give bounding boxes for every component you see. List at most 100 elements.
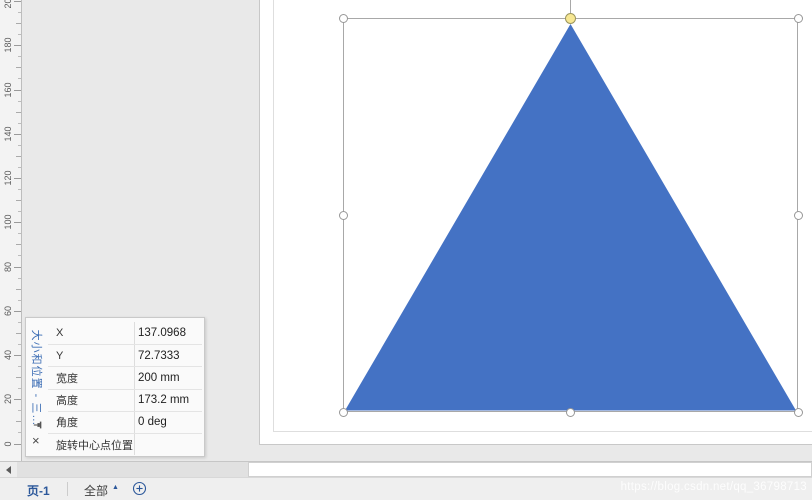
field-value[interactable] xyxy=(134,433,202,456)
ruler-tick xyxy=(18,233,21,235)
ruler-tick xyxy=(16,111,21,113)
field-row-x: X 137.0968 xyxy=(48,322,202,345)
ruler-label: 40 xyxy=(3,350,13,361)
ruler-tick xyxy=(18,366,21,368)
ruler-label: 160 xyxy=(3,81,13,98)
ruler-tick xyxy=(14,89,21,91)
ruler-label: 120 xyxy=(3,170,13,186)
ruler-label: 180 xyxy=(3,37,13,53)
field-value[interactable]: 173.2 mm xyxy=(134,389,202,411)
ruler-tick xyxy=(18,410,21,412)
ruler-tick xyxy=(16,244,21,246)
ruler-tick xyxy=(14,45,21,47)
ruler-tick xyxy=(14,310,21,312)
selection-handle-bottom-right[interactable] xyxy=(793,407,803,417)
scroll-left-arrow-icon xyxy=(6,466,11,474)
field-value[interactable]: 72.7333 xyxy=(134,345,202,367)
scroll-left-button[interactable] xyxy=(0,462,17,478)
panel-title: 大小和位置 - 三… xyxy=(30,329,42,427)
vertical-ruler: 200 180 160 140 120 100 80 60 40 20 0 xyxy=(0,0,22,461)
chevron-up-icon[interactable]: ▲ xyxy=(112,484,119,491)
add-page-button[interactable] xyxy=(132,481,147,496)
ruler-tick xyxy=(14,443,21,445)
ruler-tick xyxy=(18,211,21,213)
ruler-tick xyxy=(16,288,21,290)
panel-title-strip[interactable]: 大小和位置 - 三… × xyxy=(26,318,48,456)
field-row-rotation-center: 旋转中心点位置 xyxy=(48,432,202,456)
field-value[interactable]: 137.0968 xyxy=(134,322,202,345)
ruler-tick xyxy=(18,34,21,36)
watermark-text: https://blog.csdn.net/qq_36798713 xyxy=(620,481,807,493)
field-row-angle: 角度 0 deg xyxy=(48,410,202,433)
panel-rows: X 137.0968 Y 72.7333 宽度 200 mm 高度 173.2 … xyxy=(48,322,202,456)
field-value[interactable]: 0 deg xyxy=(134,411,202,433)
close-icon[interactable]: × xyxy=(32,434,40,447)
ruler-label: 80 xyxy=(3,261,13,272)
ruler-tick xyxy=(18,343,21,345)
selection-handle-mid-left[interactable] xyxy=(338,210,348,220)
field-label: 高度 xyxy=(56,395,78,408)
ruler-label: 60 xyxy=(3,305,13,316)
horizontal-scrollbar-thumb[interactable] xyxy=(248,462,812,477)
ruler-label: 20 xyxy=(3,394,13,405)
ruler-tick xyxy=(14,266,21,268)
ruler-tick xyxy=(18,321,21,323)
ruler-tick xyxy=(18,277,21,279)
ruler-tick xyxy=(14,178,21,179)
pin-icon[interactable] xyxy=(33,420,43,430)
field-row-height: 高度 173.2 mm xyxy=(48,388,202,411)
selection-handle-top-right[interactable] xyxy=(793,13,803,23)
ruler-tick xyxy=(18,299,21,301)
ruler-tick xyxy=(16,67,21,69)
ruler-tick xyxy=(18,255,21,257)
ruler-tick xyxy=(16,377,21,379)
ruler-tick xyxy=(16,332,21,334)
selection-handle-mid-right[interactable] xyxy=(793,210,803,220)
ruler-tick xyxy=(18,122,21,124)
ruler-tick xyxy=(16,155,21,157)
field-label: 旋转中心点位置 xyxy=(56,439,133,452)
selection-handle-bottom-left[interactable] xyxy=(338,407,348,417)
horizontal-scrollbar[interactable] xyxy=(0,461,812,478)
ruler-tick xyxy=(18,166,21,168)
statusbar-divider xyxy=(67,482,68,496)
ruler-tick xyxy=(18,78,21,80)
ruler-tick xyxy=(14,355,21,356)
field-value[interactable]: 200 mm xyxy=(134,367,202,389)
status-bar: 页-1 全部 ▲ https://blog.csdn.net/qq_367987… xyxy=(0,477,812,500)
selection-bounding-box[interactable] xyxy=(343,18,798,412)
ruler-tick xyxy=(14,133,21,135)
ruler-label: 200 xyxy=(3,0,13,9)
ruler-tick xyxy=(14,399,21,401)
ruler-tick xyxy=(18,56,21,58)
selection-handle-top-left[interactable] xyxy=(338,13,348,23)
field-label: 角度 xyxy=(56,417,78,430)
field-label: X xyxy=(56,327,64,340)
ruler-tick xyxy=(14,222,21,224)
size-position-panel: 大小和位置 - 三… × X 137.0968 Y 72.7333 宽度 200… xyxy=(25,317,205,457)
ruler-tick xyxy=(18,432,21,434)
ruler-tick xyxy=(18,144,21,146)
page-tab-1[interactable]: 页-1 xyxy=(27,482,50,499)
ruler-label: 0 xyxy=(3,441,13,447)
ruler-tick xyxy=(14,1,21,2)
ruler-tick xyxy=(16,200,21,202)
ruler-tick xyxy=(18,388,21,390)
page-margin-guide-horizontal xyxy=(273,431,812,432)
ruler-tick xyxy=(18,189,21,191)
pages-filter-button[interactable]: 全部 xyxy=(84,482,108,499)
field-row-width: 宽度 200 mm xyxy=(48,366,202,389)
ruler-tick xyxy=(18,100,21,102)
app-window: 200 180 160 140 120 100 80 60 40 20 0 大小和位置 - 三… ×… xyxy=(0,0,812,500)
ruler-tick xyxy=(18,12,21,14)
selection-handle-bottom-center[interactable] xyxy=(566,407,575,417)
ruler-label: 100 xyxy=(3,214,13,230)
page-margin-guide-vertical xyxy=(273,0,274,431)
ruler-label: 140 xyxy=(3,126,13,142)
ruler-tick xyxy=(16,421,21,423)
field-label: 宽度 xyxy=(56,372,78,385)
ruler-tick xyxy=(16,23,21,25)
vertex-control-handle[interactable] xyxy=(565,12,576,24)
field-row-y: Y 72.7333 xyxy=(48,344,202,367)
field-label: Y xyxy=(56,349,64,362)
